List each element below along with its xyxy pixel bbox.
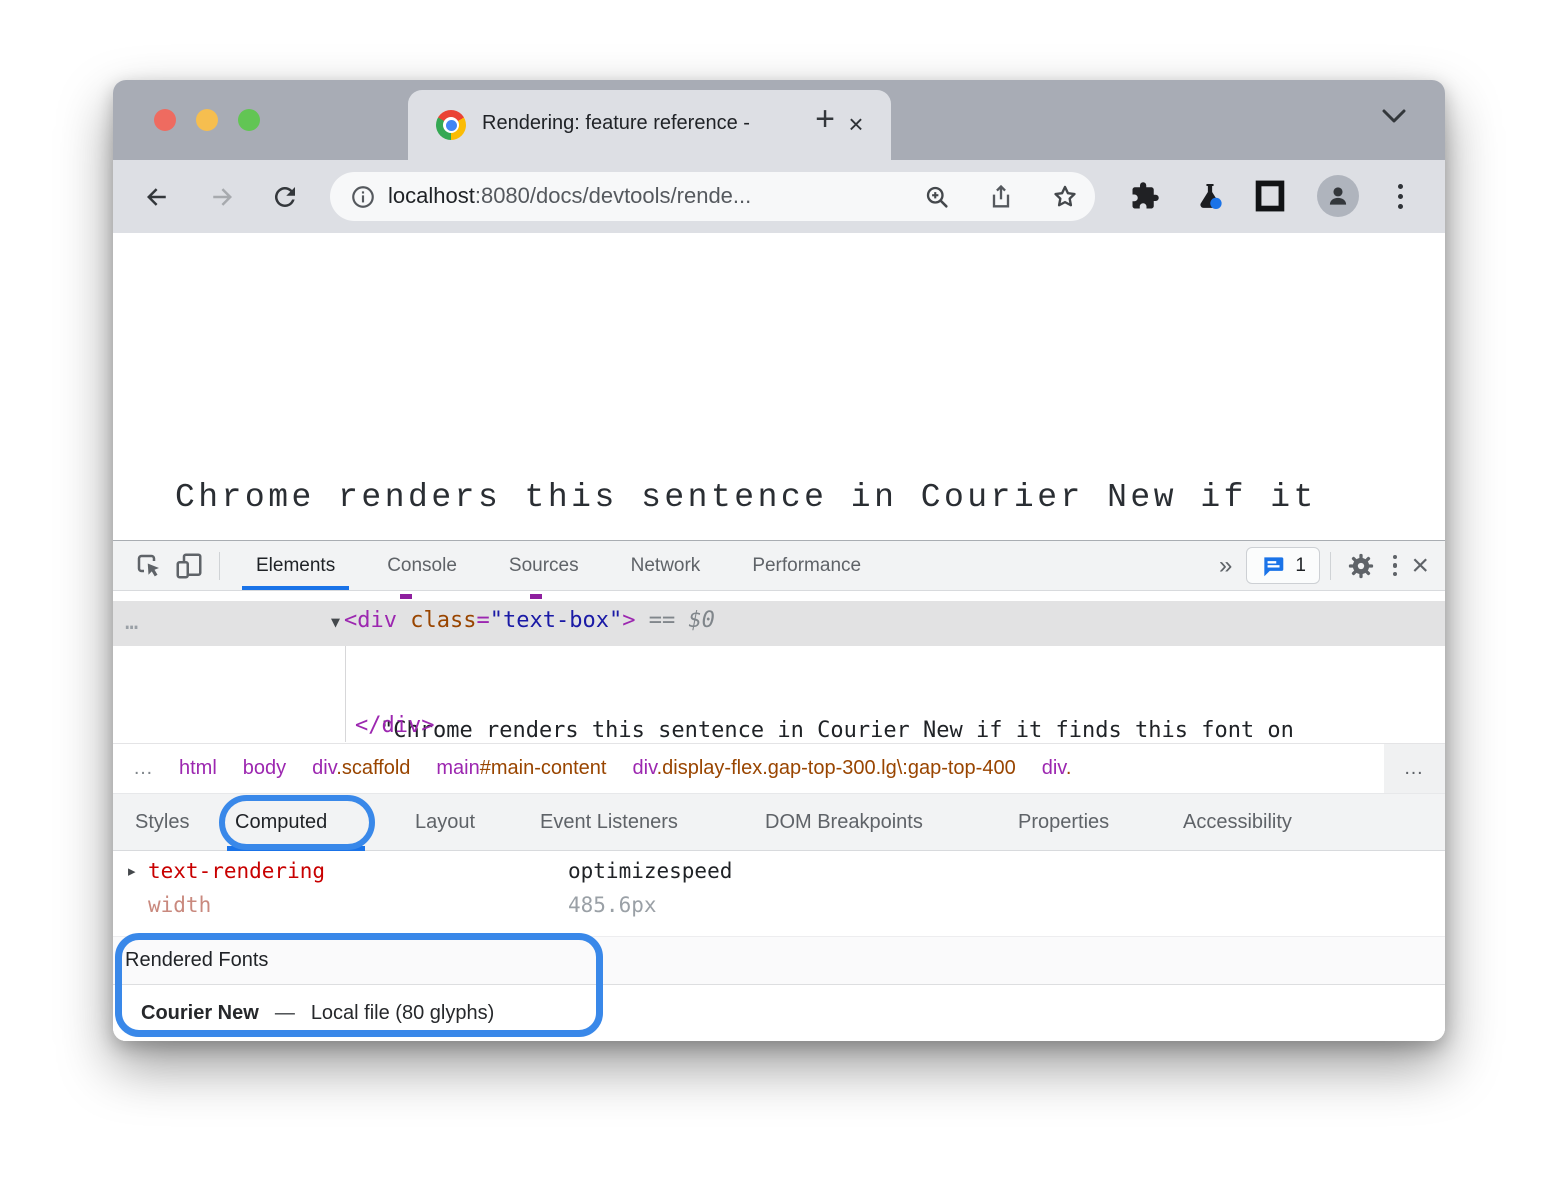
back-button[interactable]	[137, 177, 177, 217]
toolbar-divider	[1330, 552, 1331, 580]
profile-avatar[interactable]	[1317, 175, 1359, 217]
settings-gear-icon[interactable]	[1341, 546, 1381, 586]
breadcrumb-overflow-left[interactable]: …	[133, 757, 155, 780]
rendered-fonts-entry: Courier New — Local file (80 glyphs)	[113, 985, 1445, 1041]
rendered-font-separator: —	[275, 1002, 295, 1025]
computed-pane: ▸ text-rendering optimizespeed width 485…	[113, 851, 1445, 936]
share-icon[interactable]	[982, 178, 1020, 216]
dom-attr-value: "text-box"	[490, 608, 622, 633]
breadcrumb-item-html[interactable]: html	[179, 757, 217, 780]
page-viewport: Chrome renders this sentence in Courier …	[113, 233, 1445, 540]
inspect-element-icon[interactable]	[129, 546, 169, 586]
tab-search-chevron-icon[interactable]	[1381, 108, 1407, 124]
breadcrumb: … html body div.scaffold main#main-conte…	[113, 743, 1445, 793]
extensions-puzzle-icon[interactable]	[1124, 175, 1166, 217]
tab-event-listeners[interactable]: Event Listeners	[540, 794, 678, 850]
issues-button[interactable]: 1	[1246, 547, 1320, 584]
browser-window: Rendering: feature reference - × + local…	[113, 80, 1445, 1041]
reload-button[interactable]	[265, 177, 305, 217]
url-text[interactable]: localhost:8080/docs/devtools/rende...	[388, 183, 751, 209]
breadcrumb-item-div-scaffold[interactable]: div.scaffold	[312, 757, 410, 780]
devtools-menu-icon[interactable]	[1381, 555, 1410, 577]
dom-equals: ==	[635, 608, 688, 633]
url-path: :8080/docs/devtools/rende...	[475, 183, 751, 208]
device-toolbar-icon[interactable]	[169, 546, 209, 586]
tab-elements[interactable]: Elements	[230, 541, 361, 590]
dom-attr-eq: =	[477, 608, 490, 633]
rendered-font-detail: Local file (80 glyphs)	[311, 1002, 494, 1025]
computed-property-row[interactable]: ▸ text-rendering optimizespeed	[113, 858, 1445, 891]
breadcrumb-item-div-display-flex[interactable]: div.display-flex.gap-top-300.lg\:gap-top…	[633, 757, 1016, 780]
dom-closing-tag[interactable]: </div>	[355, 713, 434, 738]
close-window-button[interactable]	[154, 109, 176, 131]
zoom-window-button[interactable]	[238, 109, 260, 131]
devtools-panel: Elements Console Sources Network Perform…	[113, 540, 1445, 1041]
tab-performance[interactable]: Performance	[726, 541, 887, 590]
chrome-favicon-icon	[436, 110, 466, 140]
clipped-dom-line-fragment	[400, 594, 412, 599]
tab-title: Rendering: feature reference -	[482, 112, 834, 140]
tab-dom-breakpoints[interactable]: DOM Breakpoints	[765, 794, 923, 850]
rendered-fonts-header: Rendered Fonts	[113, 936, 1445, 985]
breadcrumb-overflow-right[interactable]: …	[1384, 744, 1445, 793]
tab-properties[interactable]: Properties	[1018, 794, 1109, 850]
browser-menu-icon[interactable]	[1379, 175, 1421, 217]
issues-count: 1	[1295, 555, 1306, 577]
tab-sources[interactable]: Sources	[483, 541, 605, 590]
dom-selected-row[interactable]: … ▼<div class="text-box"> == $0	[113, 601, 1445, 646]
dom-node-code: ▼<div class="text-box"> == $0	[331, 608, 715, 633]
tab-styles[interactable]: Styles	[135, 794, 189, 850]
bookmark-star-icon[interactable]	[1046, 178, 1084, 216]
dom-dollar-zero: $0	[688, 608, 715, 633]
tab-computed[interactable]: Computed	[235, 794, 327, 850]
dom-tag-open: <div	[344, 608, 410, 633]
expand-arrow-icon[interactable]: ▼	[331, 613, 340, 631]
dom-tag-close: >	[622, 608, 635, 633]
dom-attr-name: class	[410, 608, 476, 633]
property-name[interactable]: width	[148, 893, 211, 917]
property-expand-icon[interactable]: ▸	[128, 862, 136, 880]
more-tabs-icon[interactable]: »	[1205, 552, 1246, 580]
property-value: 485.6px	[568, 893, 657, 917]
minimize-window-button[interactable]	[196, 109, 218, 131]
elements-sidebar-tabs: Styles Computed Layout Event Listeners D…	[113, 793, 1445, 851]
tab-accessibility[interactable]: Accessibility	[1183, 794, 1292, 850]
side-panel-icon[interactable]	[1249, 175, 1291, 217]
sentence-line-1: Chrome renders this sentence in Courier …	[175, 463, 1317, 533]
new-tab-button[interactable]: +	[803, 98, 847, 142]
breadcrumb-item-body[interactable]: body	[243, 757, 286, 780]
tab-console[interactable]: Console	[361, 541, 483, 590]
flask-extension-icon[interactable]	[1189, 175, 1231, 217]
property-name[interactable]: text-rendering	[148, 859, 325, 883]
rendered-font-name: Courier New	[141, 1002, 259, 1025]
address-bar[interactable]: localhost:8080/docs/devtools/rende...	[330, 172, 1095, 221]
close-devtools-icon[interactable]: ×	[1411, 551, 1429, 581]
browser-toolbar: localhost:8080/docs/devtools/rende...	[113, 160, 1445, 233]
dom-row-ellipsis[interactable]: …	[125, 610, 140, 635]
tab-strip: Rendering: feature reference - × +	[113, 80, 1445, 160]
breadcrumb-fade	[1326, 744, 1384, 793]
breadcrumb-item-main-content[interactable]: main#main-content	[436, 757, 606, 780]
tab-layout[interactable]: Layout	[415, 794, 475, 850]
devtools-toolbar: Elements Console Sources Network Perform…	[113, 541, 1445, 591]
zoom-icon[interactable]	[918, 178, 956, 216]
property-value: optimizespeed	[568, 859, 732, 883]
issues-bubble-icon	[1260, 553, 1286, 579]
tab-network[interactable]: Network	[605, 541, 727, 590]
url-host: localhost	[388, 183, 475, 208]
breadcrumb-item-div-truncated[interactable]: div.	[1042, 757, 1072, 780]
site-info-icon[interactable]	[344, 178, 382, 216]
forward-button[interactable]	[202, 177, 242, 217]
computed-property-row[interactable]: width 485.6px	[113, 892, 1445, 925]
clipped-dom-line-fragment	[530, 594, 542, 599]
dom-indent-guide	[345, 646, 346, 742]
toolbar-divider	[219, 552, 220, 580]
